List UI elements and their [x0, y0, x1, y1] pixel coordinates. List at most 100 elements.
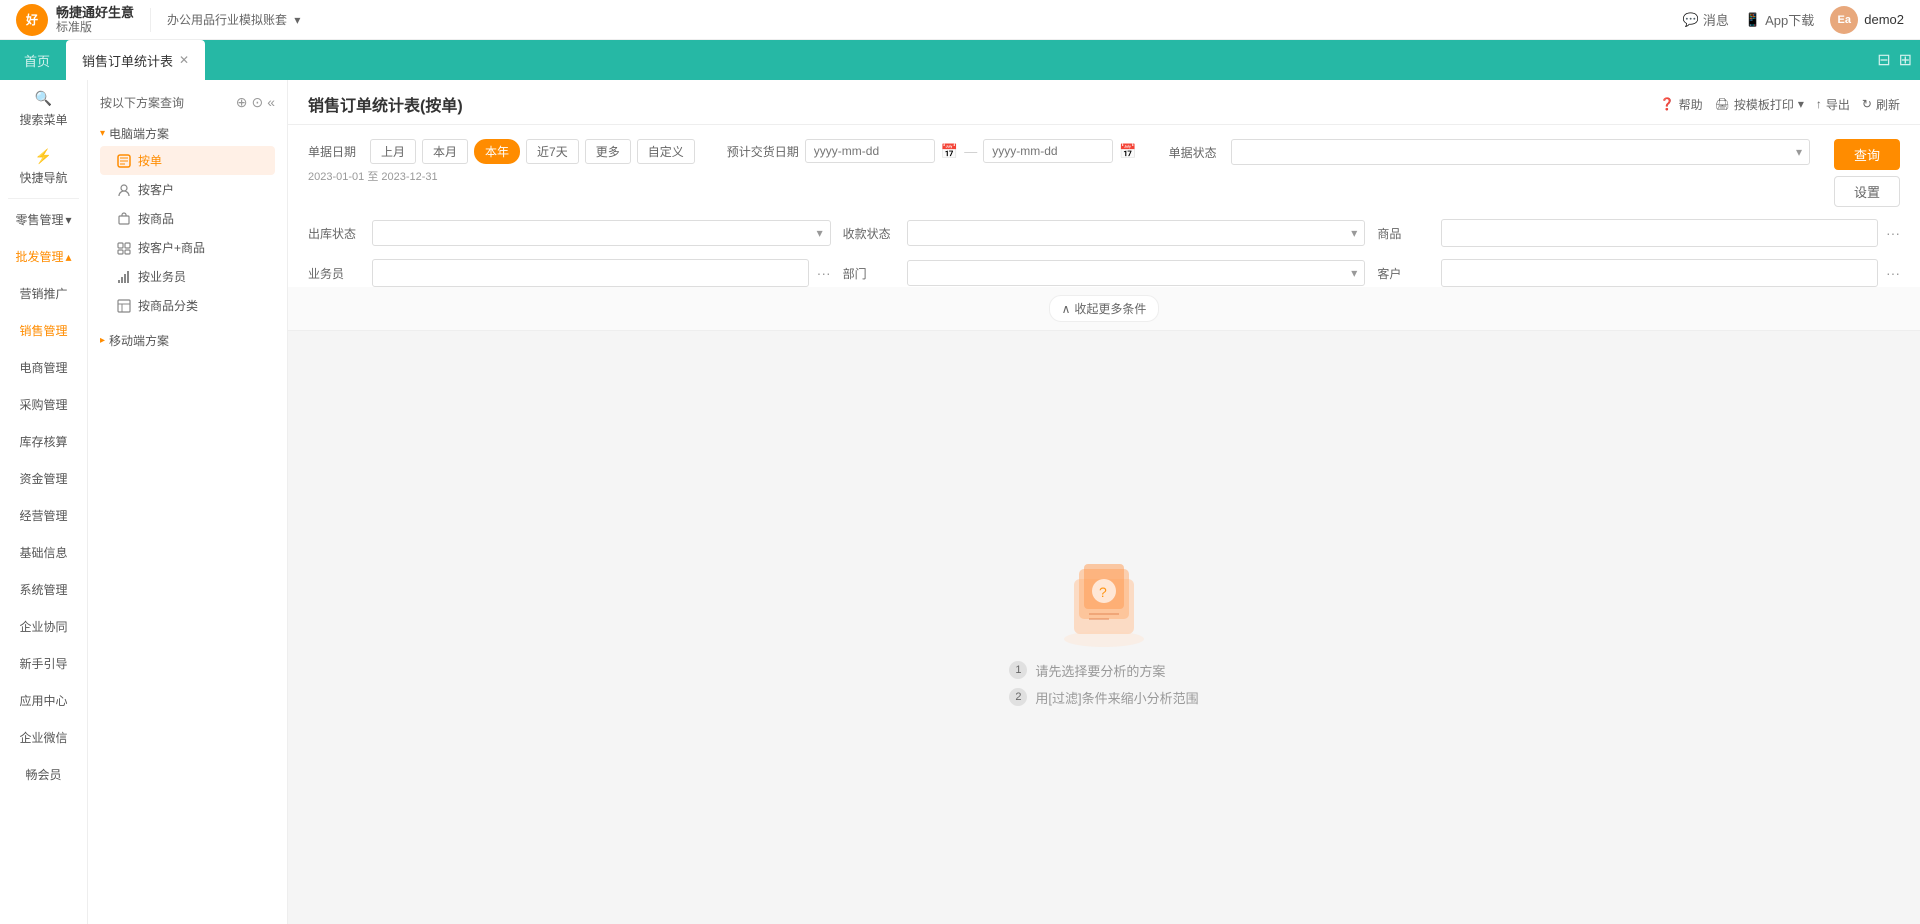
dept-filter: 部门	[843, 259, 1366, 287]
order-icon	[116, 153, 132, 169]
expected-date-filter: 预计交货日期 📅 — 📅	[727, 139, 1137, 163]
sidebar-item-purchase[interactable]: 采购管理	[0, 386, 87, 423]
sidebar-item-ecommerce[interactable]: 电商管理	[0, 349, 87, 386]
refresh-button[interactable]: ↻ 刷新	[1862, 96, 1900, 113]
sidebar-search[interactable]: 🔍 搜索菜单	[0, 80, 87, 138]
dept-label: 部门	[843, 265, 899, 282]
product-input[interactable]	[1441, 219, 1878, 247]
customer-filter: 客户 ···	[1377, 259, 1900, 287]
ship-status-select-wrapper	[372, 220, 831, 246]
ship-status-select[interactable]	[372, 220, 831, 246]
scheme-by-customer-product[interactable]: 按客户+商品	[100, 233, 275, 262]
user-profile[interactable]: Ea demo2	[1830, 6, 1904, 34]
sidebar-item-enterprise[interactable]: 企业协同	[0, 608, 87, 645]
product-filter: 商品 ···	[1377, 219, 1900, 247]
svg-text:?: ?	[1099, 584, 1107, 600]
maximize-window-icon[interactable]: ⊞	[1899, 50, 1912, 70]
sidebar-item-operations[interactable]: 经营管理	[0, 497, 87, 534]
settings-button[interactable]: 设置	[1834, 176, 1900, 207]
sidebar-item-sales[interactable]: 销售管理	[0, 312, 87, 349]
add-scheme-button[interactable]: ⊕	[236, 94, 248, 111]
sidebar-item-system[interactable]: 系统管理	[0, 571, 87, 608]
expected-date-label: 预计交货日期	[727, 143, 799, 160]
customer-input[interactable]	[1441, 259, 1878, 287]
page-header-actions: ❓ 帮助 🖨 按模板打印 ▾ ↑ 导出 ↻ 刷新	[1660, 96, 1900, 113]
left-panel: 按以下方案查询 ⊕ ⊙ « ▾ 电脑端方案 按单	[88, 80, 288, 924]
tab-close-icon[interactable]: ✕	[179, 53, 189, 67]
username: demo2	[1864, 12, 1904, 27]
sidebar-item-wechat[interactable]: 企业微信	[0, 719, 87, 756]
query-button[interactable]: 查询	[1834, 139, 1900, 170]
dept-select[interactable]	[907, 260, 1366, 286]
app-download-button[interactable]: 📱 App下载	[1745, 10, 1814, 29]
scheme-by-category[interactable]: 按商品分类	[100, 291, 275, 320]
tab-home[interactable]: 首页	[8, 40, 66, 80]
sidebar-item-marketing[interactable]: 营销推广	[0, 275, 87, 312]
minimize-window-icon[interactable]: ⊟	[1877, 50, 1890, 70]
settings-scheme-icon[interactable]: ⊙	[251, 94, 263, 111]
sidebar-item-member[interactable]: 畅会员	[0, 756, 87, 793]
left-panel-actions: ⊕ ⊙ «	[236, 94, 275, 111]
sidebar: 🔍 搜索菜单 ⚡ 快捷导航 零售管理 ▾ 批发管理 ▴ 营销推广 销售管理 电商…	[0, 80, 88, 924]
scheme-group-mobile-header[interactable]: ▸ 移动端方案	[100, 328, 275, 353]
account-switcher[interactable]: 办公用品行业模拟账套 ▾	[167, 11, 300, 28]
sidebar-item-finance[interactable]: 资金管理	[0, 460, 87, 497]
sidebar-divider-1	[8, 198, 79, 199]
date-more-btn[interactable]: 更多	[585, 139, 631, 164]
product-more-icon[interactable]: ···	[1886, 225, 1900, 241]
scheme-group-pc-header[interactable]: ▾ 电脑端方案	[100, 121, 275, 146]
sidebar-item-basic[interactable]: 基础信息	[0, 534, 87, 571]
scheme-by-customer[interactable]: 按客户	[100, 175, 275, 204]
help-button[interactable]: ❓ 帮助	[1660, 96, 1703, 113]
brand-name: 畅捷通好生意	[56, 5, 134, 21]
pay-status-select[interactable]	[907, 220, 1366, 246]
sidebar-item-guide[interactable]: 新手引导	[0, 645, 87, 682]
sidebar-item-inventory[interactable]: 库存核算	[0, 423, 87, 460]
empty-hint-1: 1 请先选择要分析的方案	[1009, 661, 1198, 680]
tabbar: 首页 销售订单统计表 ✕ ⊟ ⊞	[0, 40, 1920, 80]
sidebar-item-wholesale[interactable]: 批发管理 ▴	[0, 238, 87, 275]
order-status-select[interactable]	[1231, 139, 1810, 165]
collapse-panel-icon[interactable]: «	[267, 94, 275, 111]
pay-status-filter: 收款状态	[843, 219, 1366, 247]
ship-status-filter: 出库状态	[308, 219, 831, 247]
sidebar-item-retail[interactable]: 零售管理 ▾	[0, 201, 87, 238]
collapse-button[interactable]: ∧ 收起更多条件	[1049, 295, 1160, 322]
salesperson-input[interactable]	[372, 259, 809, 287]
content: 按以下方案查询 ⊕ ⊙ « ▾ 电脑端方案 按单	[88, 80, 1920, 924]
date-separator: —	[964, 144, 977, 159]
left-panel-title: 按以下方案查询	[100, 94, 184, 111]
expected-date-end-input[interactable]	[983, 139, 1113, 163]
dropdown-arrow-icon: ▾	[1798, 97, 1804, 111]
date-custom-btn[interactable]: 自定义	[637, 139, 695, 164]
salesperson-label: 业务员	[308, 265, 364, 282]
empty-hints: 1 请先选择要分析的方案 2 用[过滤]条件来缩小分析范围	[1009, 661, 1198, 707]
empty-hint-2: 2 用[过滤]条件来缩小分析范围	[1009, 688, 1198, 707]
dept-select-wrapper	[907, 260, 1366, 286]
order-status-label: 单据状态	[1169, 144, 1225, 161]
date-last7days-btn[interactable]: 近7天	[526, 139, 579, 164]
category-icon	[116, 298, 132, 314]
hint-2-number: 2	[1009, 688, 1027, 706]
scheme-by-product[interactable]: 按商品	[100, 204, 275, 233]
calendar-end-icon[interactable]: 📅	[1119, 143, 1136, 160]
date-this-month-btn[interactable]: 本月	[422, 139, 468, 164]
date-this-year-btn[interactable]: 本年	[474, 139, 520, 164]
scheme-by-salesperson[interactable]: 按业务员	[100, 262, 275, 291]
search-icon: 🔍	[35, 90, 52, 107]
customer-more-icon[interactable]: ···	[1886, 265, 1900, 281]
customer-label: 客户	[1377, 265, 1433, 282]
date-last-month-btn[interactable]: 上月	[370, 139, 416, 164]
expected-date-start-input[interactable]	[805, 139, 935, 163]
print-template-button[interactable]: 🖨 按模板打印 ▾	[1715, 96, 1804, 113]
tab-sales-order-stats[interactable]: 销售订单统计表 ✕	[66, 40, 205, 80]
filter-row-1: 单据日期 上月 本月 本年 近7天 更多 自定义 2023-01-01 至 20…	[308, 139, 1900, 207]
export-button[interactable]: ↑ 导出	[1816, 96, 1850, 113]
sidebar-quicknav[interactable]: ⚡ 快捷导航	[0, 138, 87, 196]
product-icon	[116, 211, 132, 227]
salesperson-more-icon[interactable]: ···	[817, 265, 831, 281]
calendar-start-icon[interactable]: 📅	[941, 143, 958, 160]
message-button[interactable]: 💬 消息	[1683, 10, 1729, 29]
scheme-by-order[interactable]: 按单	[100, 146, 275, 175]
sidebar-item-appcenter[interactable]: 应用中心	[0, 682, 87, 719]
